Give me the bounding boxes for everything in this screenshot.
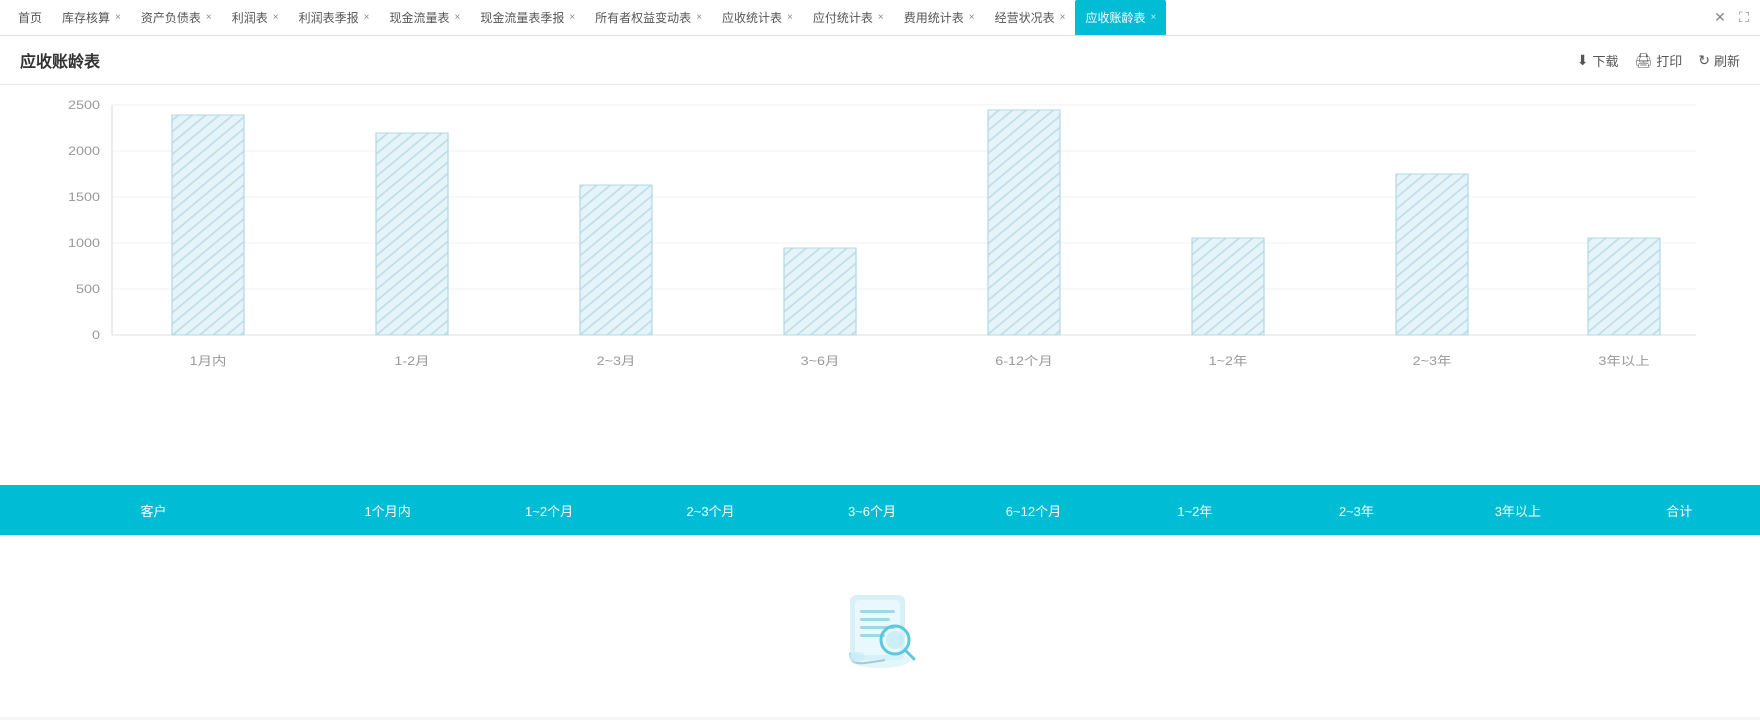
tab-close-pay-stat[interactable]: × bbox=[878, 12, 884, 23]
tab-aging[interactable]: 应收账龄表 × bbox=[1075, 0, 1166, 36]
header-actions: ⬇ 下载 🖨 打印 ↻ 刷新 bbox=[1577, 51, 1740, 70]
svg-text:2~3年: 2~3年 bbox=[1413, 354, 1452, 368]
window-controls: ✕ ⛶ bbox=[1712, 10, 1752, 26]
download-icon: ⬇ bbox=[1577, 52, 1589, 69]
tab-ops[interactable]: 经营状况表 × bbox=[985, 0, 1076, 36]
maximize-window-button[interactable]: ⛶ bbox=[1736, 10, 1752, 26]
close-window-button[interactable]: ✕ bbox=[1712, 10, 1728, 26]
empty-state bbox=[0, 535, 1760, 715]
svg-text:500: 500 bbox=[76, 282, 100, 296]
empty-icon bbox=[830, 575, 930, 675]
tab-close-ops[interactable]: × bbox=[1060, 12, 1066, 23]
tab-profit[interactable]: 利润表 × bbox=[222, 0, 289, 36]
col-3year-plus: 3年以上 bbox=[1437, 501, 1598, 520]
bar-chart: 2500 2000 1500 1000 500 0 1月内 1-2月 bbox=[40, 105, 1720, 385]
svg-text:1500: 1500 bbox=[68, 190, 100, 204]
print-button[interactable]: 🖨 打印 bbox=[1634, 51, 1682, 70]
col-2-3month: 2~3个月 bbox=[630, 501, 791, 520]
refresh-button[interactable]: ↻ 刷新 bbox=[1698, 51, 1740, 70]
col-1month: 1个月内 bbox=[307, 501, 468, 520]
svg-text:2~3月: 2~3月 bbox=[597, 354, 636, 368]
tab-home[interactable]: 首页 bbox=[8, 0, 52, 36]
tab-close-equity[interactable]: × bbox=[696, 12, 702, 23]
svg-text:2500: 2500 bbox=[68, 98, 100, 112]
svg-text:6-12个月: 6-12个月 bbox=[995, 354, 1053, 368]
col-6-12month: 6~12个月 bbox=[953, 501, 1114, 520]
svg-text:0: 0 bbox=[92, 328, 100, 342]
refresh-icon: ↻ bbox=[1698, 52, 1710, 69]
tab-profit-q[interactable]: 利润表季报 × bbox=[289, 0, 380, 36]
tab-close-balance[interactable]: × bbox=[206, 12, 212, 23]
col-total: 合计 bbox=[1599, 501, 1760, 520]
col-1-2month: 1~2个月 bbox=[468, 501, 629, 520]
tab-inventory[interactable]: 库存核算 × bbox=[52, 0, 131, 36]
col-1-2year: 1~2年 bbox=[1114, 501, 1275, 520]
table-header: 客户 1个月内 1~2个月 2~3个月 3~6个月 6~12个月 1~2年 2~… bbox=[0, 485, 1760, 535]
main-content: 2500 2000 1500 1000 500 0 1月内 1-2月 bbox=[0, 85, 1760, 717]
tab-close-inventory[interactable]: × bbox=[115, 12, 121, 23]
download-button[interactable]: ⬇ 下载 bbox=[1577, 51, 1619, 70]
tab-close-recv-stat[interactable]: × bbox=[787, 12, 793, 23]
tab-equity[interactable]: 所有者权益变动表 × bbox=[585, 0, 712, 36]
tab-pay-stat[interactable]: 应付统计表 × bbox=[803, 0, 894, 36]
tab-close-cashflow-q[interactable]: × bbox=[569, 12, 575, 23]
chart-area: 2500 2000 1500 1000 500 0 1月内 1-2月 bbox=[0, 85, 1760, 485]
tab-close-aging[interactable]: × bbox=[1150, 12, 1156, 23]
tab-close-profit-q[interactable]: × bbox=[364, 12, 370, 23]
svg-text:1月内: 1月内 bbox=[190, 354, 227, 368]
tab-close-expense[interactable]: × bbox=[969, 12, 975, 23]
tab-close-profit[interactable]: × bbox=[273, 12, 279, 23]
tab-cashflow-q[interactable]: 现金流量表季报 × bbox=[470, 0, 585, 36]
svg-text:1-2月: 1-2月 bbox=[394, 354, 429, 368]
svg-text:1000: 1000 bbox=[68, 236, 100, 250]
tab-balance[interactable]: 资产负债表 × bbox=[131, 0, 222, 36]
svg-text:1~2年: 1~2年 bbox=[1209, 354, 1248, 368]
print-icon: 🖨 bbox=[1634, 52, 1652, 69]
svg-text:3年以上: 3年以上 bbox=[1598, 354, 1649, 368]
tab-expense[interactable]: 费用统计表 × bbox=[894, 0, 985, 36]
tab-recv-stat[interactable]: 应收统计表 × bbox=[712, 0, 803, 36]
tab-cashflow[interactable]: 现金流量表 × bbox=[379, 0, 470, 36]
col-customer: 客户 bbox=[0, 501, 307, 520]
page-title: 应收账龄表 bbox=[20, 48, 100, 72]
svg-text:2000: 2000 bbox=[68, 144, 100, 158]
col-3-6month: 3~6个月 bbox=[791, 501, 952, 520]
tab-bar: 首页 库存核算 × 资产负债表 × 利润表 × 利润表季报 × 现金流量表 × … bbox=[0, 0, 1760, 36]
tab-close-cashflow[interactable]: × bbox=[454, 12, 460, 23]
svg-text:3~6月: 3~6月 bbox=[801, 354, 840, 368]
page-header: 应收账龄表 ⬇ 下载 🖨 打印 ↻ 刷新 bbox=[0, 36, 1760, 85]
col-2-3year: 2~3年 bbox=[1276, 501, 1437, 520]
